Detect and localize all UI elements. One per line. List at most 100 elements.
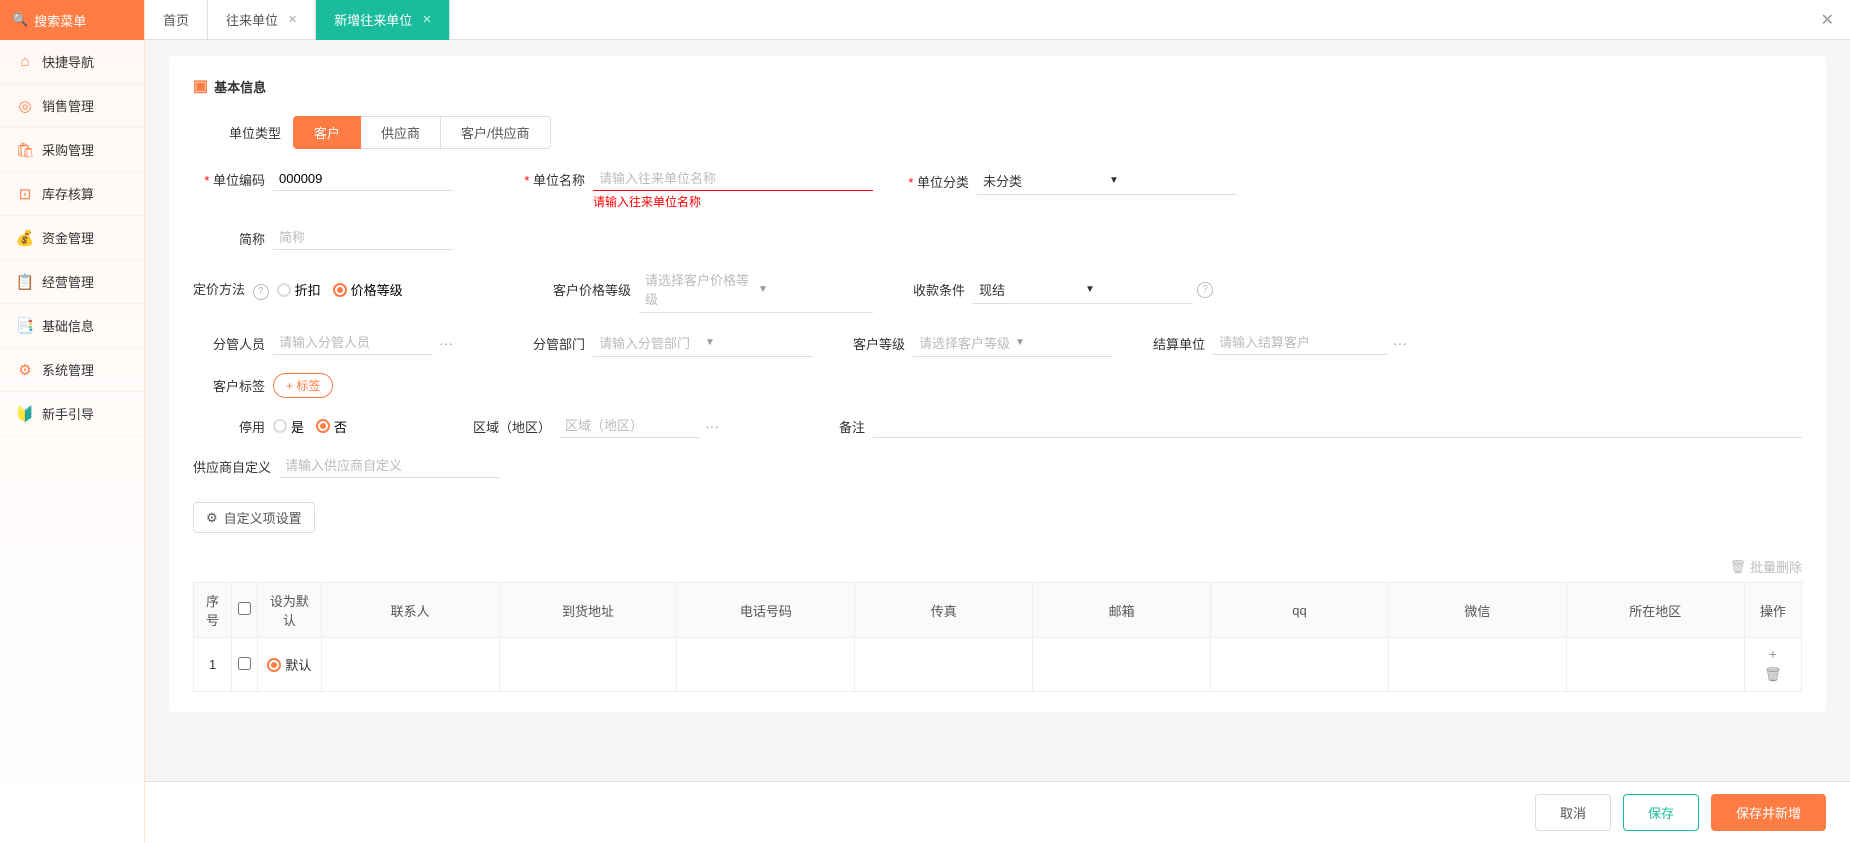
settlement-label: 结算单位 [1133,334,1213,353]
col-email: 邮箱 [1033,583,1211,638]
tab-new-partner-close[interactable]: ✕ [422,13,431,26]
contact-input[interactable] [328,657,493,672]
tab-new-partner[interactable]: 新增往来单位 ✕ [316,0,450,40]
sidebar-item-quick-nav[interactable]: ⌂ 快捷导航 [0,40,144,84]
chevron-down-icon3: ▼ [1085,284,1187,295]
sidebar-item-purchase[interactable]: 🛍 采购管理 [0,128,144,172]
row-seq: 1 [194,638,232,692]
customer-level-select[interactable]: 请选择客户等级 ▼ [913,329,1113,357]
radio-discount[interactable]: 折扣 [277,280,321,299]
field-pricing-method: 定价方法 ? 折扣 价格等级 [193,279,533,300]
short-name-input[interactable] [273,226,453,250]
row-contact[interactable] [321,638,499,692]
radio-price-level[interactable]: 价格等级 [333,280,403,299]
unit-name-error: 请输入往来单位名称 [593,193,701,210]
save-button[interactable]: 保存 [1623,794,1699,831]
inventory-icon: ⊡ [16,185,34,203]
type-btn-supplier[interactable]: 供应商 [361,116,441,149]
unit-type-label: 单位类型 [193,123,293,142]
row-default-radio[interactable]: 默认 [264,655,315,674]
custom-settings-label: 自定义项设置 [224,508,302,527]
qq-input[interactable] [1217,657,1382,672]
row-checkbox[interactable] [238,657,251,670]
tab-home[interactable]: 首页 [145,0,208,40]
sidebar-item-operations[interactable]: 📋 经营管理 [0,260,144,304]
radio-yes[interactable]: 是 [273,417,304,436]
row-region-input[interactable] [1573,657,1738,672]
tab-partner[interactable]: 往来单位 ✕ [208,0,316,40]
field-customer-price: 客户价格等级 请选择客户价格等级 ▼ [553,266,873,313]
remark-input[interactable] [873,414,1802,438]
email-input[interactable] [1039,657,1204,672]
wechat-input[interactable] [1395,657,1560,672]
field-payment-terms: 收款条件 现结 ▼ ? [893,276,1213,304]
unit-category-select[interactable]: 未分类 ▼ [977,167,1237,195]
tag-label: 客户标签 [193,376,273,395]
tab-partner-close[interactable]: ✕ [288,13,297,26]
sidebar-item-label: 经营管理 [42,272,94,291]
cancel-button[interactable]: 取消 [1535,794,1611,831]
radio-no[interactable]: 否 [316,417,347,436]
row-wechat[interactable] [1388,638,1566,692]
unit-name-input[interactable] [593,167,873,191]
form-row-7: 供应商自定义 [193,454,1802,478]
row-qq[interactable] [1211,638,1389,692]
sidebar-item-finance[interactable]: 💰 资金管理 [0,216,144,260]
phone-input[interactable] [683,657,848,672]
sidebar-item-inventory[interactable]: ⊡ 库存核算 [0,172,144,216]
col-contact: 联系人 [321,583,499,638]
unit-code-input[interactable] [273,167,453,191]
sidebar-item-system[interactable]: ⚙ 系统管理 [0,348,144,392]
manager-dots-button[interactable]: ··· [433,335,459,351]
sidebar-item-basic[interactable]: 📑 基础信息 [0,304,144,348]
default-radio-circle [267,658,281,672]
batch-delete-button[interactable]: 🗑 批量删除 [1729,557,1802,576]
row-email[interactable] [1033,638,1211,692]
custom-settings-button[interactable]: ⚙ 自定义项设置 [193,502,315,533]
row-check [232,638,258,692]
field-region: 区域（地区） ··· [473,414,773,438]
row-region[interactable] [1566,638,1744,692]
save-new-button[interactable]: 保存并新增 [1711,794,1826,831]
department-select[interactable]: 请输入分管部门 ▼ [593,329,813,357]
window-close-button[interactable]: ✕ [1805,0,1850,40]
supplier-custom-input[interactable] [279,454,499,478]
manager-input[interactable] [273,331,433,355]
pricing-help-icon[interactable]: ? [253,284,269,300]
supplier-custom-label: 供应商自定义 [193,457,279,476]
payment-help-icon[interactable]: ? [1197,282,1213,298]
form-row-6: 停用 是 否 区域（地区） [193,414,1802,438]
add-tag-button[interactable]: + 标签 [273,373,333,398]
sidebar: 🔍 搜索菜单 ⌂ 快捷导航 ◎ 销售管理 🛍 采购管理 ⊡ 库存核算 💰 资金管… [0,0,145,843]
sidebar-item-guide[interactable]: 🔰 新手引导 [0,392,144,436]
row-address[interactable] [499,638,677,692]
radio-discount-label: 折扣 [295,280,321,299]
sidebar-search[interactable]: 🔍 搜索菜单 [0,0,144,40]
region-input[interactable] [559,414,699,438]
row-fax[interactable] [855,638,1033,692]
settlement-input[interactable] [1213,331,1387,355]
select-all-checkbox[interactable] [238,602,251,615]
field-short-name: 简称 [193,226,513,250]
add-row-button[interactable]: + [1765,644,1781,664]
payment-terms-select[interactable]: 现结 ▼ [973,276,1193,304]
customer-price-select[interactable]: 请选择客户价格等级 ▼ [639,266,873,313]
region-dots-button[interactable]: ··· [699,418,725,434]
row-phone[interactable] [677,638,855,692]
type-btn-customer[interactable]: 客户 [293,116,361,149]
unit-code-label: 单位编码 [193,170,273,189]
sidebar-item-sales[interactable]: ◎ 销售管理 [0,84,144,128]
payment-terms-value: 现结 [979,280,1081,299]
type-btn-both[interactable]: 客户/供应商 [441,116,551,149]
pricing-radio-group: 折扣 价格等级 [277,280,403,299]
manager-label: 分管人员 [193,334,273,353]
table-actions: 🗑 批量删除 [193,557,1802,576]
fax-input[interactable] [861,657,1026,672]
col-region: 所在地区 [1566,583,1744,638]
batch-delete-label: 批量删除 [1750,557,1802,576]
delete-row-button[interactable]: 🗑 [1760,664,1786,685]
field-supplier-custom: 供应商自定义 [193,454,593,478]
row-actions: + 🗑 [1744,638,1801,692]
address-input[interactable] [506,657,671,672]
settlement-dots-button[interactable]: ··· [1387,335,1413,351]
